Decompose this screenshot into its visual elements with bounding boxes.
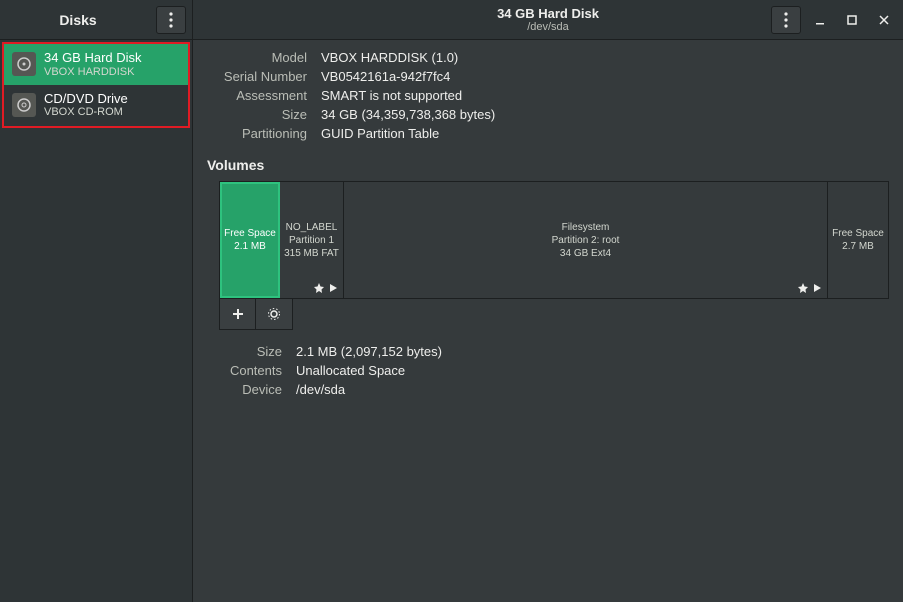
volume-label-line: 34 GB Ext4: [560, 247, 611, 260]
gear-icon: [267, 307, 281, 321]
harddisk-icon: [12, 52, 36, 76]
row-sel-contents: Contents Unallocated Space: [207, 363, 889, 378]
value-serial: VB0542161a-942f7fc4: [321, 69, 450, 84]
close-icon: [878, 14, 890, 26]
value-sel-size: 2.1 MB (2,097,152 bytes): [296, 344, 442, 359]
plus-icon: [231, 307, 245, 321]
play-icon: [327, 282, 339, 294]
volume-label-line: Partition 2: root: [552, 234, 620, 247]
volume-segment[interactable]: Free Space2.7 MB: [828, 182, 888, 298]
row-partitioning: Partitioning GUID Partition Table: [207, 126, 889, 141]
volume-label-line: Partition 1: [289, 234, 334, 247]
disk-item-cddvd[interactable]: CD/DVD Drive VBOX CD-ROM: [4, 85, 188, 126]
volume-segment[interactable]: NO_LABELPartition 1315 MB FAT: [280, 182, 344, 298]
row-serial: Serial Number VB0542161a-942f7fc4: [207, 69, 889, 84]
disk-list: 34 GB Hard Disk VBOX HARDDISK CD/DVD Dri…: [2, 42, 190, 128]
volume-label-line: NO_LABEL: [286, 221, 338, 234]
app-window: Disks 34 GB Hard Disk VBOX HARDDISK: [0, 0, 903, 602]
label-serial: Serial Number: [207, 69, 307, 84]
play-icon: [811, 282, 823, 294]
title-controls: [771, 6, 903, 34]
maximize-button[interactable]: [839, 7, 865, 33]
label-model: Model: [207, 50, 307, 65]
volume-label-line: 2.7 MB: [842, 240, 874, 253]
sidebar-header: Disks: [0, 0, 192, 40]
volume-label-line: Filesystem: [562, 221, 610, 234]
row-sel-device: Device /dev/sda: [207, 382, 889, 397]
drive-menu-button[interactable]: [771, 6, 801, 34]
minimize-button[interactable]: [807, 7, 833, 33]
volume-status-icons: [313, 282, 339, 294]
row-size: Size 34 GB (34,359,738,368 bytes): [207, 107, 889, 122]
disk-item-harddisk[interactable]: 34 GB Hard Disk VBOX HARDDISK: [4, 44, 188, 85]
sidebar-menu-button[interactable]: [156, 6, 186, 34]
label-partitioning: Partitioning: [207, 126, 307, 141]
value-sel-device: /dev/sda: [296, 382, 345, 397]
volume-status-icons: [797, 282, 823, 294]
volume-segment[interactable]: Free Space2.1 MB: [220, 182, 280, 298]
value-model: VBOX HARDDISK (1.0): [321, 50, 458, 65]
kebab-icon: [784, 12, 788, 28]
disk-name: CD/DVD Drive: [44, 91, 128, 107]
value-sel-contents: Unallocated Space: [296, 363, 405, 378]
disk-sub: VBOX HARDDISK: [44, 66, 142, 79]
value-assessment: SMART is not supported: [321, 88, 462, 103]
row-assessment: Assessment SMART is not supported: [207, 88, 889, 103]
volume-label-line: 2.1 MB: [234, 240, 266, 253]
sidebar-title: Disks: [0, 12, 156, 28]
volumes-bar: Free Space2.1 MBNO_LABELPartition 1315 M…: [219, 181, 889, 299]
sidebar: Disks 34 GB Hard Disk VBOX HARDDISK: [0, 0, 193, 602]
volume-settings-button[interactable]: [256, 299, 292, 329]
star-icon: [313, 282, 325, 294]
row-model: Model VBOX HARDDISK (1.0): [207, 50, 889, 65]
selection-details: Size 2.1 MB (2,097,152 bytes) Contents U…: [207, 344, 889, 397]
label-sel-contents: Contents: [207, 363, 282, 378]
label-sel-size: Size: [207, 344, 282, 359]
label-sel-device: Device: [207, 382, 282, 397]
close-button[interactable]: [871, 7, 897, 33]
label-assessment: Assessment: [207, 88, 307, 103]
content: Model VBOX HARDDISK (1.0) Serial Number …: [193, 40, 903, 602]
volume-label-line: Free Space: [224, 227, 276, 240]
minimize-icon: [814, 14, 826, 26]
disk-name: 34 GB Hard Disk: [44, 50, 142, 66]
main-panel: 34 GB Hard Disk /dev/sda Mode: [193, 0, 903, 602]
create-partition-button[interactable]: [220, 299, 256, 329]
value-size: 34 GB (34,359,738,368 bytes): [321, 107, 495, 122]
volume-label-line: 315 MB FAT: [284, 247, 339, 260]
volumes-heading: Volumes: [207, 157, 889, 173]
maximize-icon: [846, 14, 858, 26]
value-partitioning: GUID Partition Table: [321, 126, 439, 141]
star-icon: [797, 282, 809, 294]
kebab-icon: [169, 12, 173, 28]
titlebar: 34 GB Hard Disk /dev/sda: [193, 0, 903, 40]
volume-actions: [219, 299, 293, 330]
row-sel-size: Size 2.1 MB (2,097,152 bytes): [207, 344, 889, 359]
cd-icon: [12, 93, 36, 117]
volume-label-line: Free Space: [832, 227, 884, 240]
disk-sub: VBOX CD-ROM: [44, 106, 128, 119]
volume-segment[interactable]: FilesystemPartition 2: root34 GB Ext4: [344, 182, 828, 298]
label-size: Size: [207, 107, 307, 122]
